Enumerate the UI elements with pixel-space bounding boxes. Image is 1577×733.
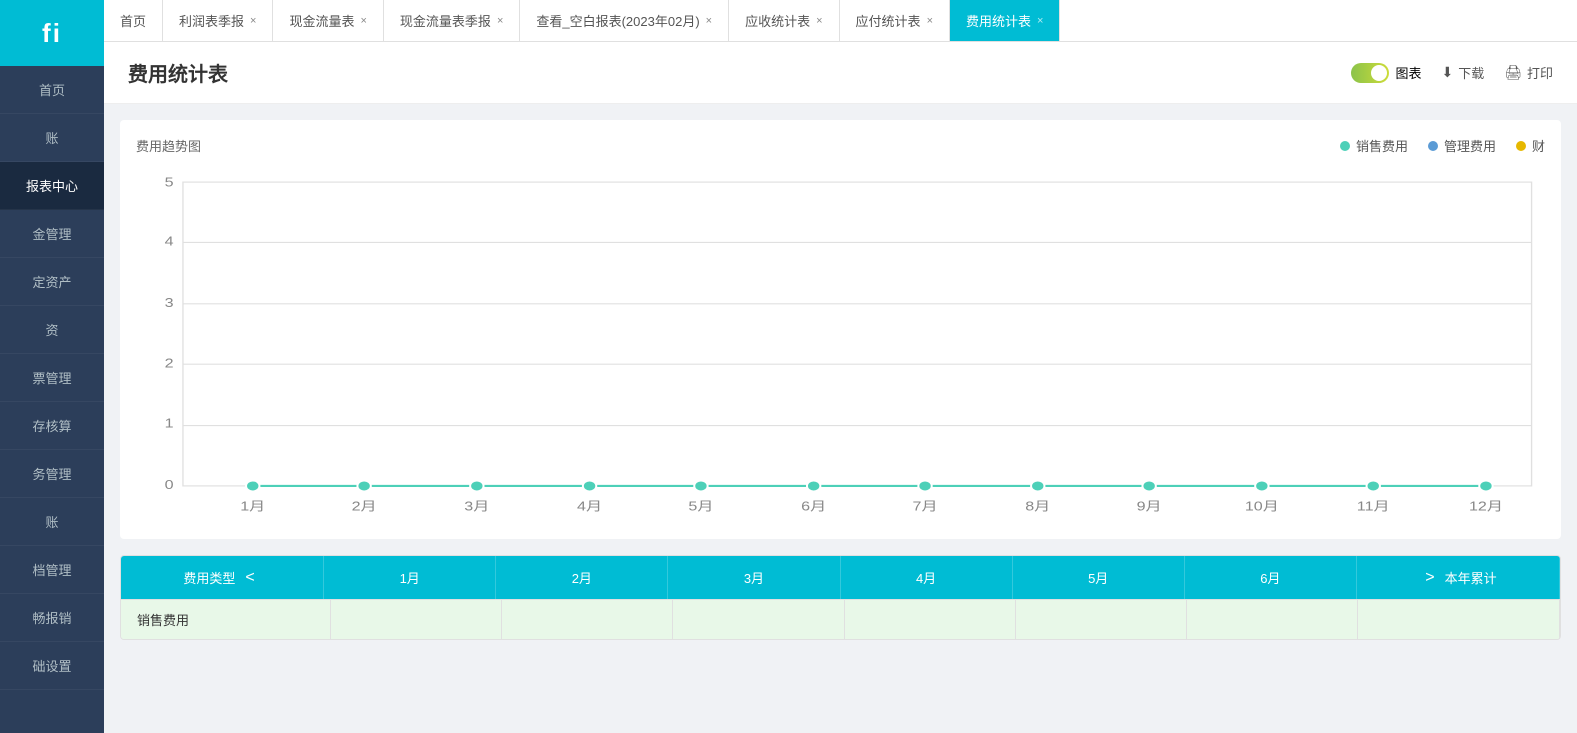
table-nav-prev[interactable]: < <box>239 569 260 587</box>
legend-finance: 财 <box>1516 136 1545 155</box>
td-sales-m2 <box>502 600 673 639</box>
chart-section: 费用趋势图 销售费用 管理费用 财 <box>120 120 1561 539</box>
tab-close-cashflow-quarterly[interactable]: × <box>497 15 503 27</box>
svg-text:1月: 1月 <box>240 500 265 514</box>
download-icon: ⬇ <box>1441 64 1453 81</box>
tab-home[interactable]: 首页 <box>104 0 163 42</box>
table-nav-next[interactable]: > <box>1419 569 1440 587</box>
print-icon: 🖨 <box>1504 64 1522 81</box>
page-header: 费用统计表 图表 ⬇ 下载 🖨 打印 <box>104 42 1577 104</box>
svg-text:5: 5 <box>165 176 174 190</box>
svg-text:11月: 11月 <box>1357 500 1390 514</box>
td-sales-m4 <box>845 600 1016 639</box>
download-button[interactable]: ⬇ 下载 <box>1441 63 1484 82</box>
legend-sales: 销售费用 <box>1340 136 1408 155</box>
th-month-3: 3月 <box>668 556 840 599</box>
svg-text:7月: 7月 <box>913 500 938 514</box>
table-header-row: 费用类型 < 1月 2月 3月 4月 5月 <box>121 556 1560 599</box>
page-title: 费用统计表 <box>128 58 228 87</box>
svg-text:4: 4 <box>165 235 174 249</box>
th-month-5: 5月 <box>1013 556 1185 599</box>
table-row-sales: 销售费用 <box>121 599 1560 639</box>
svg-text:6月: 6月 <box>801 500 826 514</box>
page-content: 费用统计表 图表 ⬇ 下载 🖨 打印 <box>104 42 1577 733</box>
tab-payable[interactable]: 应付统计表 × <box>840 0 950 42</box>
svg-text:8月: 8月 <box>1025 500 1050 514</box>
th-accumulate: > 本年累计 <box>1357 556 1560 599</box>
th-month-2: 2月 <box>496 556 668 599</box>
legend-admin: 管理费用 <box>1428 136 1496 155</box>
td-sales-m5 <box>1016 600 1187 639</box>
sidebar-item-ledger[interactable]: 账 <box>0 114 104 162</box>
chart-toggle-label: 图表 <box>1395 63 1421 82</box>
td-sales-total <box>1358 600 1560 639</box>
sidebar-item-assets[interactable]: 定资产 <box>0 258 104 306</box>
tab-close-payable[interactable]: × <box>927 15 933 27</box>
svg-text:10月: 10月 <box>1245 500 1279 514</box>
legend-dot-admin <box>1428 141 1438 151</box>
svg-text:3: 3 <box>165 296 174 310</box>
sidebar-item-capital[interactable]: 资 <box>0 306 104 354</box>
chart-header: 费用趋势图 销售费用 管理费用 财 <box>136 136 1545 155</box>
tab-close-expense-stats[interactable]: × <box>1037 15 1043 27</box>
svg-text:3月: 3月 <box>464 500 489 514</box>
chart-title: 费用趋势图 <box>136 136 201 155</box>
sidebar-item-inventory[interactable]: 存核算 <box>0 402 104 450</box>
tab-cashflow[interactable]: 现金流量表 × <box>273 0 383 42</box>
svg-text:1: 1 <box>165 417 174 431</box>
legend-dot-finance <box>1516 141 1526 151</box>
sidebar-item-accounts[interactable]: 账 <box>0 498 104 546</box>
sidebar: fi 首页 账 报表中心 金管理 定资产 资 票管理 存核算 务管理 账 档管理… <box>0 0 104 733</box>
tab-receivable[interactable]: 应收统计表 × <box>729 0 839 42</box>
legend-dot-sales <box>1340 141 1350 151</box>
svg-text:2: 2 <box>165 357 174 371</box>
tab-close-cashflow[interactable]: × <box>360 15 366 27</box>
th-month-6: 6月 <box>1185 556 1357 599</box>
tab-close-receivable[interactable]: × <box>816 15 822 27</box>
chart-toggle-wrap: 图表 <box>1351 63 1421 83</box>
tab-cashflow-quarterly[interactable]: 现金流量表季报 × <box>384 0 520 42</box>
td-sales-m1 <box>331 600 502 639</box>
td-type-sales: 销售费用 <box>121 600 331 639</box>
svg-text:2月: 2月 <box>352 500 377 514</box>
th-type: 费用类型 < <box>121 556 324 599</box>
svg-text:9月: 9月 <box>1137 500 1162 514</box>
sidebar-item-tickets[interactable]: 票管理 <box>0 354 104 402</box>
chart-svg: 0 1 2 3 4 5 1月 2月 <box>136 163 1545 523</box>
legend-label-admin: 管理费用 <box>1444 136 1496 155</box>
svg-text:4月: 4月 <box>577 500 602 514</box>
chart-container: 0 1 2 3 4 5 1月 2月 <box>136 163 1545 523</box>
tab-profit-quarterly[interactable]: 利润表季报 × <box>163 0 273 42</box>
svg-text:0: 0 <box>165 479 174 493</box>
td-sales-m6 <box>1187 600 1358 639</box>
legend-label-finance: 财 <box>1532 136 1545 155</box>
svg-text:5月: 5月 <box>688 500 713 514</box>
svg-text:12月: 12月 <box>1469 500 1503 514</box>
th-month-1: 1月 <box>324 556 496 599</box>
th-month-4: 4月 <box>841 556 1013 599</box>
table-section: 费用类型 < 1月 2月 3月 4月 5月 <box>120 555 1561 640</box>
tab-close-blank-report[interactable]: × <box>706 15 712 27</box>
legend-label-sales: 销售费用 <box>1356 136 1408 155</box>
chart-legend: 销售费用 管理费用 财 <box>1340 136 1545 155</box>
toggle-knob <box>1371 65 1387 81</box>
tab-expense-stats[interactable]: 费用统计表 × <box>950 0 1060 42</box>
tab-close-profit-quarterly[interactable]: × <box>250 15 256 27</box>
sidebar-item-cash[interactable]: 金管理 <box>0 210 104 258</box>
tab-blank-report[interactable]: 查看_空白报表(2023年02月) × <box>520 0 729 42</box>
sidebar-item-expense[interactable]: 畅报销 <box>0 594 104 642</box>
sidebar-item-reports[interactable]: 报表中心 <box>0 162 104 210</box>
sidebar-item-settings[interactable]: 础设置 <box>0 642 104 690</box>
tab-bar: 首页 利润表季报 × 现金流量表 × 现金流量表季报 × 查看_空白报表(202… <box>104 0 1577 42</box>
print-button[interactable]: 🖨 打印 <box>1504 63 1553 82</box>
sidebar-item-services[interactable]: 务管理 <box>0 450 104 498</box>
sidebar-logo: fi <box>0 0 104 66</box>
main-area: 首页 利润表季报 × 现金流量表 × 现金流量表季报 × 查看_空白报表(202… <box>104 0 1577 733</box>
td-sales-m3 <box>673 600 844 639</box>
sidebar-item-files[interactable]: 档管理 <box>0 546 104 594</box>
chart-toggle[interactable] <box>1351 63 1389 83</box>
header-actions: 图表 ⬇ 下载 🖨 打印 <box>1351 63 1553 83</box>
sidebar-item-home[interactable]: 首页 <box>0 66 104 114</box>
